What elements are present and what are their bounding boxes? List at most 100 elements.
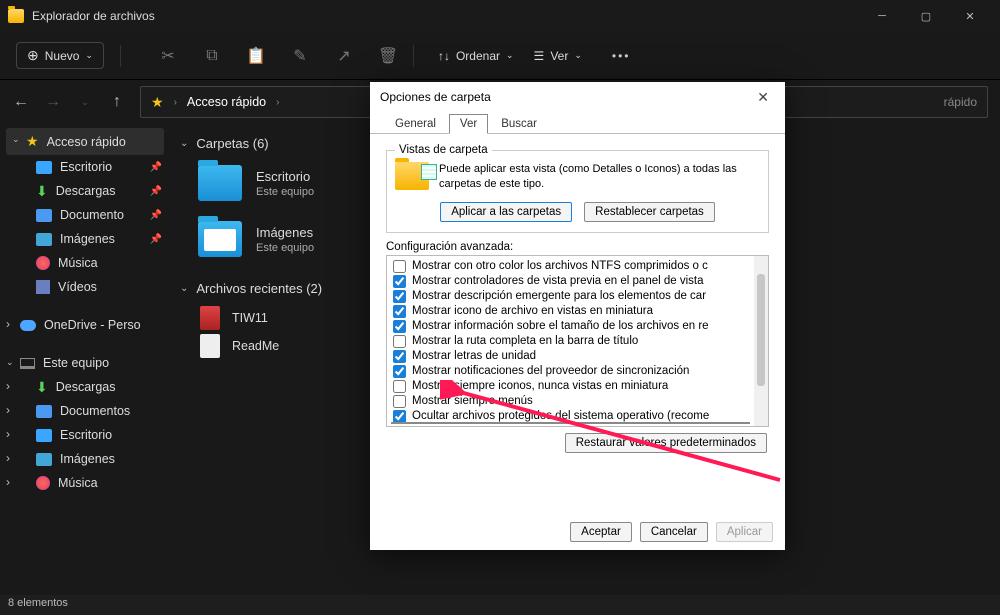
advanced-option[interactable]: Mostrar notificaciones del proveedor de … [391, 364, 764, 379]
recent-locations-button[interactable]: ⌄ [76, 97, 94, 108]
sidebar-item-pc-downloads[interactable]: ⬇Descargas [0, 375, 170, 399]
option-label: Mostrar descripción emergente para los e… [412, 290, 706, 302]
close-button[interactable]: ✕ [960, 6, 980, 26]
advanced-settings-list[interactable]: Mostrar con otro color los archivos NTFS… [386, 255, 769, 427]
sidebar-item-pc-music[interactable]: Música [0, 471, 170, 495]
archive-icon [200, 306, 220, 330]
advanced-option[interactable]: Mostrar siempre iconos, nunca vistas en … [391, 379, 764, 394]
separator [120, 45, 121, 67]
sidebar-item-label: Acceso rápido [47, 135, 126, 149]
advanced-option[interactable]: Mostrar información sobre el tamaño de l… [391, 319, 764, 334]
copy-icon[interactable]: ⧉ [203, 47, 221, 65]
folder-icon [198, 221, 242, 257]
breadcrumb-root[interactable]: Acceso rápido [187, 95, 266, 109]
advanced-option[interactable]: Mostrar descripción emergente para los e… [391, 289, 764, 304]
option-checkbox[interactable] [393, 380, 406, 393]
option-label: Ocultar archivos protegidos del sistema … [412, 410, 709, 422]
apply-to-folders-button[interactable]: Aplicar a las carpetas [440, 202, 572, 222]
forward-button[interactable]: → [44, 93, 62, 111]
reset-folders-button[interactable]: Restablecer carpetas [584, 202, 715, 222]
sidebar-item-images[interactable]: Imágenes📌 [0, 227, 170, 251]
music-icon [36, 256, 50, 270]
sidebar-item-quick-access[interactable]: ★ Acceso rápido [6, 128, 164, 155]
minimize-button[interactable]: ─ [872, 6, 892, 26]
maximize-button[interactable]: ▢ [916, 6, 936, 26]
chevron-right-icon: › [276, 97, 279, 108]
option-checkbox[interactable] [393, 260, 406, 273]
sidebar-item-label: Este equipo [43, 356, 109, 370]
option-label: Mostrar siempre iconos, nunca vistas en … [412, 380, 668, 392]
advanced-option[interactable]: Mostrar con otro color los archivos NTFS… [391, 259, 764, 274]
sidebar-item-label: Vídeos [58, 280, 97, 294]
option-label: Mostrar controladores de vista previa en… [412, 275, 704, 287]
star-icon: ★ [151, 94, 164, 111]
sidebar-item-label: Documentos [60, 404, 130, 418]
sidebar-item-desktop[interactable]: Escritorio📌 [0, 155, 170, 179]
tab-general[interactable]: General [384, 114, 447, 134]
sort-icon: ↑↓ [438, 49, 450, 63]
sidebar-item-documents[interactable]: Documento📌 [0, 203, 170, 227]
tab-view[interactable]: Ver [449, 114, 488, 134]
dialog-title: Opciones de carpeta [380, 90, 491, 104]
restore-defaults-button[interactable]: Restaurar valores predeterminados [565, 433, 767, 453]
more-button[interactable]: ••• [612, 49, 631, 63]
cut-icon[interactable]: ✂ [159, 47, 177, 65]
document-icon [36, 405, 52, 418]
sidebar-item-pc-documents[interactable]: Documentos [0, 399, 170, 423]
sidebar-item-label: Escritorio [60, 428, 112, 442]
option-checkbox[interactable] [393, 395, 406, 408]
tab-search[interactable]: Buscar [490, 114, 548, 134]
chevron-down-icon: ⌄ [85, 50, 93, 61]
view-button[interactable]: ☰ Ver ⌄ [534, 49, 582, 63]
item-name: Imágenes [256, 225, 314, 240]
dialog-close-button[interactable]: ✕ [751, 87, 775, 108]
sidebar-item-onedrive[interactable]: OneDrive - Perso [0, 313, 170, 337]
ok-button[interactable]: Aceptar [570, 522, 632, 542]
option-checkbox[interactable] [393, 290, 406, 303]
titlebar: Explorador de archivos ─ ▢ ✕ [0, 0, 1000, 32]
folder-views-legend: Vistas de carpeta [395, 144, 492, 156]
advanced-option[interactable]: Mostrar controladores de vista previa en… [391, 274, 764, 289]
star-icon: ★ [26, 133, 39, 150]
video-icon [36, 280, 50, 294]
sort-button[interactable]: ↑↓ Ordenar ⌄ [438, 49, 514, 63]
advanced-option[interactable]: Mostrar letras de unidad [391, 349, 764, 364]
document-icon [36, 209, 52, 222]
item-sub: Este equipo [256, 242, 314, 254]
back-button[interactable]: ← [12, 93, 30, 111]
delete-icon[interactable]: 🗑 [379, 47, 397, 65]
sidebar-item-label: Escritorio [60, 160, 112, 174]
scrollbar[interactable] [754, 256, 768, 426]
sidebar-item-this-pc[interactable]: Este equipo [0, 351, 170, 375]
apply-button[interactable]: Aplicar [716, 522, 773, 542]
sidebar-item-pc-desktop[interactable]: Escritorio [0, 423, 170, 447]
advanced-option[interactable]: Mostrar siempre menús [391, 394, 764, 409]
option-checkbox[interactable] [393, 305, 406, 318]
chevron-down-icon: ⌄ [574, 50, 582, 61]
sidebar-item-label: Música [58, 476, 98, 490]
status-text: 8 elementos [8, 597, 68, 609]
sidebar-item-downloads[interactable]: ⬇Descargas📌 [0, 179, 170, 203]
new-button[interactable]: ⊕ Nuevo ⌄ [16, 42, 104, 69]
rename-icon[interactable]: ✎ [291, 47, 309, 65]
option-checkbox[interactable] [393, 335, 406, 348]
sidebar-item-videos[interactable]: Vídeos [0, 275, 170, 299]
option-checkbox[interactable] [393, 320, 406, 333]
folder-options-dialog: Opciones de carpeta ✕ General Ver Buscar… [370, 82, 785, 550]
option-checkbox[interactable] [393, 350, 406, 363]
share-icon[interactable]: ↗ [335, 47, 353, 65]
option-checkbox[interactable] [393, 365, 406, 378]
sidebar-item-pc-images[interactable]: Imágenes [0, 447, 170, 471]
sidebar-item-label: Imágenes [60, 232, 115, 246]
pc-icon [20, 358, 35, 369]
images-icon [36, 233, 52, 246]
address-hint: rápido [944, 95, 977, 109]
cancel-button[interactable]: Cancelar [640, 522, 708, 542]
advanced-option[interactable]: Mostrar icono de archivo en vistas en mi… [391, 304, 764, 319]
sidebar: ★ Acceso rápido Escritorio📌 ⬇Descargas📌 … [0, 124, 170, 595]
option-checkbox[interactable] [393, 275, 406, 288]
paste-icon[interactable]: 📋 [247, 47, 265, 65]
sidebar-item-music[interactable]: Música [0, 251, 170, 275]
up-button[interactable]: ↑ [108, 93, 126, 111]
advanced-option[interactable]: Mostrar la ruta completa en la barra de … [391, 334, 764, 349]
